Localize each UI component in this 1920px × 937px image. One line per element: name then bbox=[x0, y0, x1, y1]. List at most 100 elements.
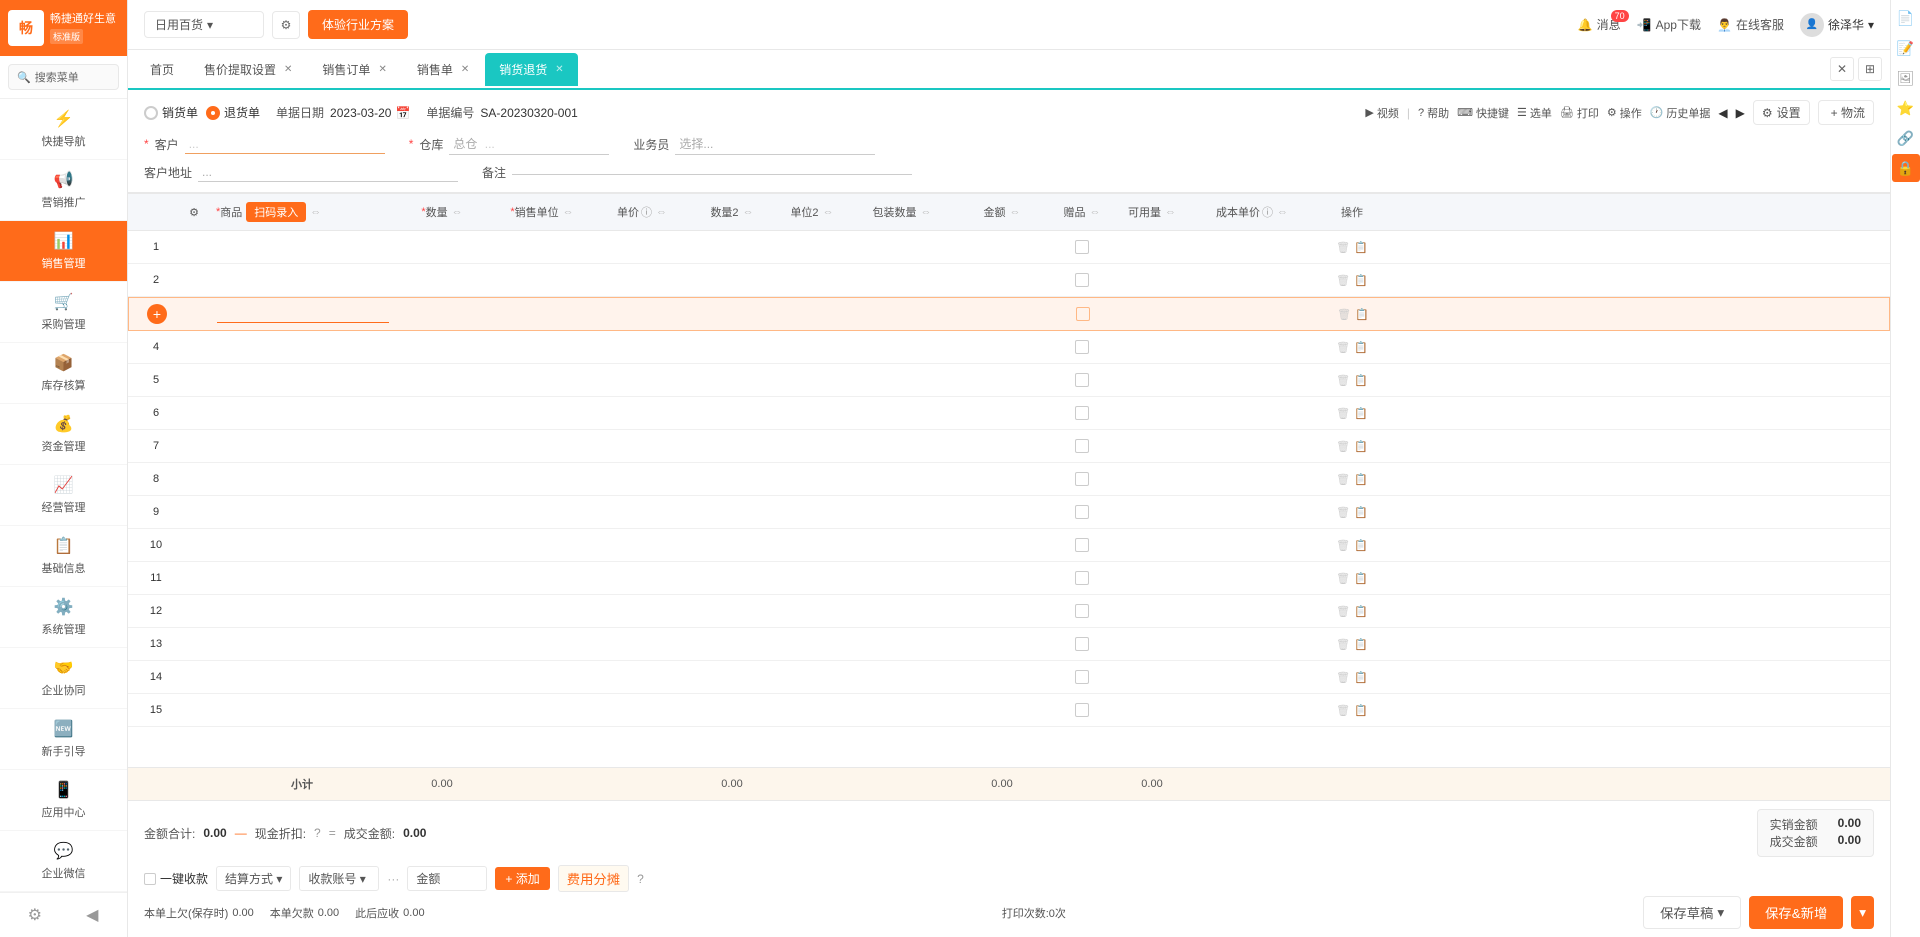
one-click-payment-checkbox[interactable]: 一键收款 bbox=[144, 870, 208, 887]
row-1-unit2[interactable] bbox=[772, 231, 852, 263]
add-row-button[interactable]: + bbox=[147, 304, 167, 324]
save-new-button[interactable]: 保存&新增 bbox=[1749, 896, 1843, 929]
row-1-amount[interactable] bbox=[952, 231, 1052, 263]
right-sidebar-image-icon[interactable]: 🖼 bbox=[1892, 64, 1920, 92]
sidebar-collapse-btn[interactable]: ◀ bbox=[66, 901, 120, 929]
user-menu[interactable]: 👤 徐泽华 ▾ bbox=[1800, 13, 1874, 37]
help-action-btn[interactable]: ? 帮助 bbox=[1418, 105, 1449, 121]
row-4-copy-icon[interactable]: 📋 bbox=[1354, 341, 1368, 354]
sidebar-settings-btn[interactable]: ⚙ bbox=[8, 901, 62, 929]
sidebar-item-enterprise[interactable]: 🤝 企业协同 bbox=[0, 648, 127, 709]
add-payment-button[interactable]: + 添加 bbox=[495, 867, 549, 890]
col-amount-drag[interactable]: ⇔ bbox=[1010, 206, 1021, 218]
col-unit2-drag[interactable]: ⇔ bbox=[823, 206, 834, 218]
sidebar-item-basic[interactable]: 📋 基础信息 bbox=[0, 526, 127, 587]
right-sidebar-link-icon[interactable]: 🔗 bbox=[1892, 124, 1920, 152]
right-sidebar-doc-icon[interactable]: 📄 bbox=[1892, 4, 1920, 32]
col-pack-drag[interactable]: ⇔ bbox=[921, 206, 932, 218]
sidebar-item-shortcut[interactable]: ⚡ 快捷导航 bbox=[0, 99, 127, 160]
customer-address-input[interactable]: ... bbox=[198, 163, 458, 182]
radio-return[interactable]: 退货单 bbox=[206, 104, 260, 121]
shortcut-action-btn[interactable]: ⌨ 快捷键 bbox=[1457, 105, 1509, 121]
save-draft-button[interactable]: 保存草稿 ▾ bbox=[1643, 896, 1741, 929]
row-1-avail[interactable] bbox=[1112, 231, 1192, 263]
messages-button[interactable]: 🔔 消息 70 bbox=[1578, 16, 1621, 33]
tab-sales-order-close[interactable]: ✕ bbox=[378, 64, 386, 75]
one-click-payment-check[interactable] bbox=[144, 873, 156, 885]
col-gear-header[interactable]: ⚙ bbox=[176, 194, 212, 230]
fee-split-help-icon[interactable]: ? bbox=[637, 872, 644, 886]
radio-delivery[interactable]: 销货单 bbox=[144, 104, 198, 121]
add-logistics-btn[interactable]: + 物流 bbox=[1818, 100, 1874, 125]
customer-input[interactable]: ... bbox=[185, 135, 385, 154]
col-qty-drag[interactable]: ⇔ bbox=[452, 206, 463, 218]
col-price-drag[interactable]: ⇔ bbox=[656, 206, 667, 218]
select-action-btn[interactable]: ☰ 选单 bbox=[1517, 105, 1552, 121]
print-action-btn[interactable]: 🖨 打印 bbox=[1560, 105, 1599, 121]
row-3-product[interactable] bbox=[213, 298, 393, 330]
app-download-button[interactable]: 📲 App下载 bbox=[1637, 16, 1701, 33]
sidebar-item-inventory[interactable]: 📦 库存核算 bbox=[0, 343, 127, 404]
operate-action-btn[interactable]: ⚙ 操作 bbox=[1607, 105, 1642, 121]
payment-amount-input[interactable]: 金额 bbox=[407, 866, 487, 891]
sidebar-search[interactable]: 🔍 搜索菜单 bbox=[0, 56, 127, 99]
row-3-copy-icon[interactable]: 📋 bbox=[1355, 308, 1369, 321]
industry-selector[interactable]: 日用百货 ▾ bbox=[144, 11, 264, 38]
row-1-delete-icon[interactable]: 🗑 bbox=[1336, 241, 1350, 254]
col-product-drag[interactable]: ⇔ bbox=[310, 206, 321, 218]
tab-expand-button[interactable]: ⊞ bbox=[1858, 57, 1882, 81]
tab-sales-order[interactable]: 销售订单 ✕ bbox=[308, 53, 400, 86]
tab-price-setup[interactable]: 售价提取设置 ✕ bbox=[190, 53, 306, 86]
row-1-qty2[interactable] bbox=[692, 231, 772, 263]
row-1-cost[interactable] bbox=[1192, 231, 1312, 263]
sidebar-item-sales[interactable]: 📊 销售管理 bbox=[0, 221, 127, 282]
warehouse-input[interactable]: 总仓 ... bbox=[449, 133, 609, 155]
right-sidebar-active-icon[interactable]: 🔒 bbox=[1892, 154, 1920, 182]
salesperson-input[interactable]: 选择... bbox=[675, 133, 875, 155]
col-avail-drag[interactable]: ⇔ bbox=[1165, 206, 1176, 218]
row-1-copy-icon[interactable]: 📋 bbox=[1354, 241, 1368, 254]
discount-help-icon[interactable]: ? bbox=[314, 826, 321, 840]
row-2-product[interactable] bbox=[212, 264, 392, 296]
row-2-delete-icon[interactable]: 🗑 bbox=[1336, 274, 1350, 287]
tab-sales-return-close[interactable]: ✕ bbox=[555, 64, 563, 75]
sidebar-item-purchase[interactable]: 🛒 采购管理 bbox=[0, 282, 127, 343]
scan-input-button[interactable]: 扫码录入 bbox=[246, 202, 306, 222]
tab-sales-delivery-close[interactable]: ✕ bbox=[461, 64, 469, 75]
row-1-unit[interactable] bbox=[492, 231, 592, 263]
experience-button[interactable]: 体验行业方案 bbox=[308, 10, 408, 39]
settlement-method-select[interactable]: 结算方式 ▾ bbox=[216, 866, 291, 891]
right-sidebar-star-icon[interactable]: ⭐ bbox=[1892, 94, 1920, 122]
sidebar-item-wechat[interactable]: 💬 企业微信 bbox=[0, 831, 127, 892]
row-2-copy-icon[interactable]: 📋 bbox=[1354, 274, 1368, 287]
row-1-pack[interactable] bbox=[852, 231, 952, 263]
row-1-qty[interactable] bbox=[392, 231, 492, 263]
nav-next-icon[interactable]: ▶ bbox=[1736, 106, 1745, 120]
remark-input[interactable] bbox=[512, 170, 912, 175]
sidebar-item-operations[interactable]: 📈 经营管理 bbox=[0, 465, 127, 526]
search-menu-button[interactable]: 🔍 搜索菜单 bbox=[8, 64, 119, 90]
row-1-product[interactable] bbox=[212, 231, 392, 263]
sidebar-item-finance[interactable]: 💰 资金管理 bbox=[0, 404, 127, 465]
row-1-gift[interactable] bbox=[1052, 231, 1112, 263]
history-action-btn[interactable]: 🕐 历史单据 bbox=[1650, 105, 1711, 121]
tab-close-all-button[interactable]: ✕ bbox=[1830, 57, 1854, 81]
sidebar-item-newguide[interactable]: 🆕 新手引导 bbox=[0, 709, 127, 770]
row-4-delete-icon[interactable]: 🗑 bbox=[1336, 341, 1350, 354]
sidebar-item-appcenter[interactable]: 📱 应用中心 bbox=[0, 770, 127, 831]
row-3-delete-icon[interactable]: 🗑 bbox=[1337, 308, 1351, 321]
nav-prev-icon[interactable]: ◀ bbox=[1718, 106, 1727, 120]
col-cost-info-icon[interactable]: ⓘ bbox=[1262, 204, 1273, 220]
sidebar-item-marketing[interactable]: 📢 营销推广 bbox=[0, 160, 127, 221]
col-price-info-icon[interactable]: ⓘ bbox=[641, 204, 652, 220]
row-1-gift-checkbox[interactable] bbox=[1075, 240, 1089, 254]
col-gift-drag[interactable]: ⇔ bbox=[1090, 206, 1101, 218]
col-unit-drag[interactable]: ⇔ bbox=[563, 206, 574, 218]
col-qty2-drag[interactable]: ⇔ bbox=[743, 206, 754, 218]
settings-gear-button[interactable]: ⚙ bbox=[272, 11, 300, 39]
video-action-btn[interactable]: ▶ 视频 bbox=[1365, 105, 1398, 121]
right-sidebar-note-icon[interactable]: 📝 bbox=[1892, 34, 1920, 62]
row-1-price[interactable] bbox=[592, 231, 692, 263]
sidebar-item-system[interactable]: ⚙️ 系统管理 bbox=[0, 587, 127, 648]
account-number-select[interactable]: 收款账号 ▾ bbox=[299, 866, 379, 891]
